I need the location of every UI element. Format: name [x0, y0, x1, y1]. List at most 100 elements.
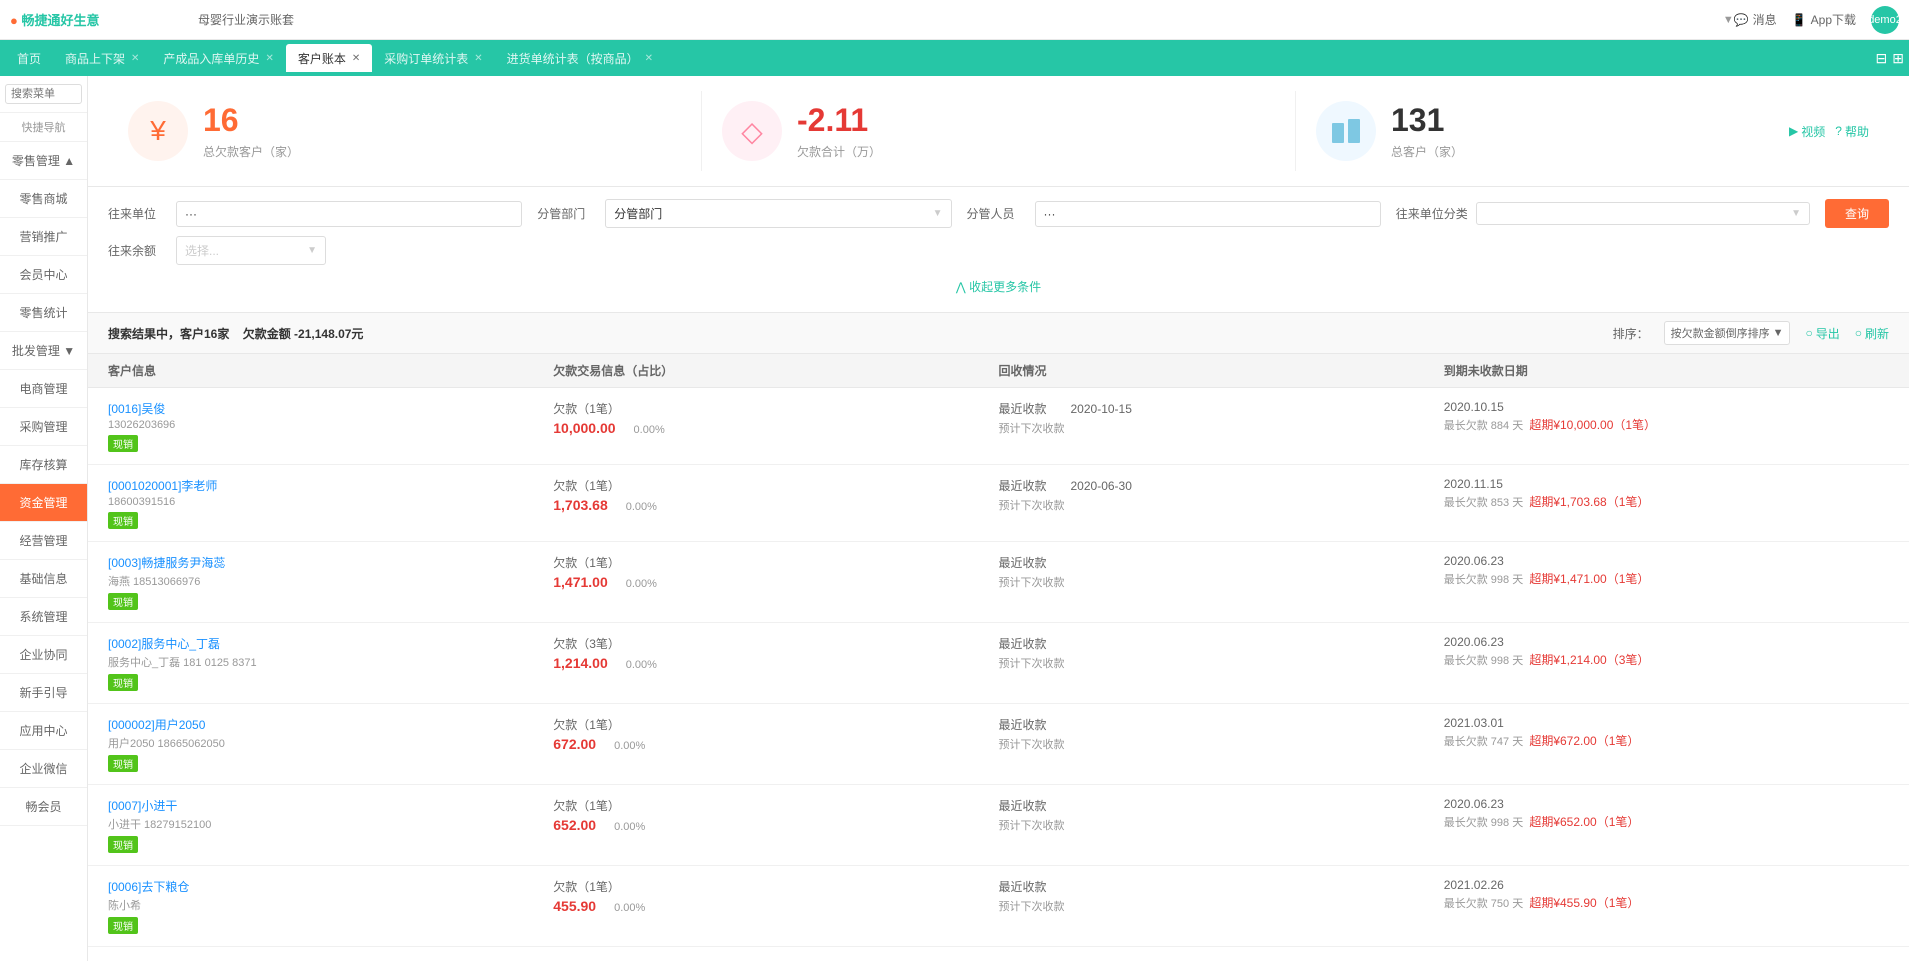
unit-class-select[interactable]: ▼	[1476, 202, 1810, 225]
sidebar-item-ops-mgmt[interactable]: 经营管理	[0, 522, 87, 560]
tab-purchase-order[interactable]: 采购订单统计表 ✕	[372, 44, 494, 72]
export-btn[interactable]: ○ 导出	[1805, 325, 1839, 342]
tab-inventory-stat[interactable]: 进货单统计表（按商品） ✕	[495, 44, 665, 72]
customer-tag-5: 现销	[108, 836, 138, 853]
overdue-link-1[interactable]: 超期¥1,703.68（1笔）	[1529, 495, 1649, 509]
close-tab-purchase-order[interactable]: ✕	[474, 53, 482, 64]
customer-phone-3: 服务中心_丁磊 181 0125 8371	[108, 654, 553, 670]
sidebar-item-enterprise-wechat[interactable]: 企业微信	[0, 750, 87, 788]
close-tab-customer-account[interactable]: ✕	[352, 53, 360, 64]
debt-amount-6[interactable]: 455.90	[553, 898, 596, 914]
collapse-btn[interactable]: ⋀ 收起更多条件	[108, 273, 1889, 300]
message-btn[interactable]: 💬 消息	[1734, 11, 1777, 28]
customer-info-6: [0006]去下粮仓 陈小希 现销	[108, 878, 553, 934]
debt-count-2: 欠款（1笔）	[553, 554, 998, 571]
overdue-info-4: 2021.03.01 最长欠款 747 天 超期¥672.00（1笔）	[1444, 716, 1889, 749]
customer-tag-2: 现销	[108, 593, 138, 610]
overdue-info-2: 2020.06.23 最长欠款 998 天 超期¥1,471.00（1笔）	[1444, 554, 1889, 587]
sidebar-item-purchase-mgmt[interactable]: 采购管理	[0, 408, 87, 446]
overdue-link-3[interactable]: 超期¥1,214.00（3笔）	[1529, 653, 1649, 667]
debt-ratio-5: 0.00%	[614, 821, 645, 833]
close-tab-product-shelf[interactable]: ✕	[131, 53, 139, 64]
sidebar-item-new-guide[interactable]: 新手引导	[0, 674, 87, 712]
company-select[interactable]: 母婴行业演示账套	[190, 11, 1723, 28]
table-row: [0007]小进干 小进干 18279152100 现销 欠款（1笔） 652.…	[88, 785, 1909, 866]
manager-input[interactable]: ···	[1035, 201, 1381, 227]
tab-product-shelf[interactable]: 商品上下架 ✕	[53, 44, 151, 72]
debt-amount-0[interactable]: 10,000.00	[553, 420, 615, 436]
recovery-info-1: 最近收款 2020-06-30 预计下次收款	[999, 477, 1444, 513]
dept-select[interactable]: 分管部门 ▼	[605, 199, 951, 228]
overdue-link-0[interactable]: 超期¥10,000.00（1笔）	[1529, 418, 1656, 432]
sidebar-item-system-mgmt[interactable]: 系统管理	[0, 598, 87, 636]
dept-label: 分管部门	[537, 205, 597, 222]
customer-name-5[interactable]: [0007]小进干	[108, 797, 553, 814]
maximize-icon[interactable]: ⊞	[1892, 50, 1904, 67]
recovery-next-0: 预计下次收款	[999, 420, 1444, 436]
refresh-btn[interactable]: ○ 刷新	[1855, 325, 1889, 342]
tab-home[interactable]: 首页	[5, 44, 53, 72]
minimize-icon[interactable]: ⊟	[1876, 50, 1888, 67]
video-btn[interactable]: ▶ 视频	[1789, 123, 1825, 140]
debt-ratio-0: 0.00%	[634, 424, 665, 436]
sidebar-item-vip-member[interactable]: 畅会员	[0, 788, 87, 826]
tab-customer-account[interactable]: 客户账本 ✕	[286, 44, 372, 72]
balance-select[interactable]: 选择... ▼	[176, 236, 326, 265]
overdue-link-6[interactable]: 超期¥455.90（1笔）	[1529, 896, 1639, 910]
sidebar-item-retail-mgmt[interactable]: 零售管理 ▲	[0, 142, 87, 180]
overdue-link-2[interactable]: 超期¥1,471.00（1笔）	[1529, 572, 1649, 586]
sidebar-item-retail-mall[interactable]: 零售商城	[0, 180, 87, 218]
recovery-date-5: 最近收款	[999, 797, 1444, 814]
from-unit-dots: ···	[185, 207, 197, 221]
result-bar: 搜索结果中，客户16家 欠款金额 -21,148.07元 排序： 按欠款金额倒序…	[88, 313, 1909, 354]
debt-amount-row-5: 652.00 0.00%	[553, 814, 998, 833]
overdue-link-5[interactable]: 超期¥652.00（1笔）	[1529, 815, 1639, 829]
close-tab-inventory-stat[interactable]: ✕	[645, 53, 653, 64]
customer-name-4[interactable]: [000002]用户2050	[108, 716, 553, 733]
customer-phone-0: 13026203696	[108, 419, 553, 431]
tab-product-history[interactable]: 产成品入库单历史 ✕	[151, 44, 285, 72]
sidebar-item-app-center[interactable]: 应用中心	[0, 712, 87, 750]
debt-amount-row-3: 1,214.00 0.00%	[553, 652, 998, 671]
customer-name-6[interactable]: [0006]去下粮仓	[108, 878, 553, 895]
sidebar-item-quick-nav[interactable]: 快捷导航	[0, 113, 87, 142]
customer-name-2[interactable]: [0003]畅捷服务尹海蕊	[108, 554, 553, 571]
recovery-date-6: 最近收款	[999, 878, 1444, 895]
debt-info-1: 欠款（1笔） 1,703.68 0.00%	[553, 477, 998, 513]
sidebar-item-inventory[interactable]: 库存核算	[0, 446, 87, 484]
debt-amount-5[interactable]: 652.00	[553, 817, 596, 833]
help-btn[interactable]: ? 帮助	[1835, 123, 1869, 140]
recovery-date-2: 最近收款	[999, 554, 1444, 571]
customer-name-0[interactable]: [0016]吴俊	[108, 400, 553, 417]
from-unit-input[interactable]: ···	[176, 201, 522, 227]
sidebar-item-finance[interactable]: 资金管理	[0, 484, 87, 522]
debt-amount-2[interactable]: 1,471.00	[553, 574, 608, 590]
table-row: [000002]用户2050 用户2050 18665062050 现销 欠款（…	[88, 704, 1909, 785]
sidebar-item-member-center[interactable]: 会员中心	[0, 256, 87, 294]
table-row: [0003]畅捷服务尹海蕊 海燕 18513066976 现销 欠款（1笔） 1…	[88, 542, 1909, 623]
col-header-debt: 欠款交易信息（占比）	[553, 362, 998, 379]
tab-actions: ⊟ ⊞	[1876, 50, 1904, 67]
customer-name-3[interactable]: [0002]服务中心_丁磊	[108, 635, 553, 652]
debt-amount-3[interactable]: 1,214.00	[553, 655, 608, 671]
customer-phone-5: 小进干 18279152100	[108, 816, 553, 832]
sidebar-item-ecommerce[interactable]: 电商管理	[0, 370, 87, 408]
sidebar-item-enterprise-collab[interactable]: 企业协同	[0, 636, 87, 674]
debt-amount-1[interactable]: 1,703.68	[553, 497, 608, 513]
sort-select[interactable]: 按欠款金额倒序排序 ▼	[1664, 321, 1791, 345]
total-customers-body: 131 总客户（家）	[1391, 102, 1463, 160]
search-input[interactable]	[5, 84, 82, 104]
user-avatar[interactable]: demo2	[1871, 6, 1899, 34]
sidebar-item-retail-stat[interactable]: 零售统计	[0, 294, 87, 332]
debt-info-6: 欠款（1笔） 455.90 0.00%	[553, 878, 998, 914]
sidebar-item-basic-info[interactable]: 基础信息	[0, 560, 87, 598]
overdue-link-4[interactable]: 超期¥672.00（1笔）	[1529, 734, 1639, 748]
sidebar-item-batch-mgmt[interactable]: 批发管理 ▼	[0, 332, 87, 370]
debt-amount-4[interactable]: 672.00	[553, 736, 596, 752]
query-button[interactable]: 查询	[1825, 199, 1889, 228]
app-download-btn[interactable]: 📱 App下载	[1792, 11, 1856, 28]
sidebar-item-marketing[interactable]: 营销推广	[0, 218, 87, 256]
customer-tag-4: 现销	[108, 755, 138, 772]
close-tab-product-history[interactable]: ✕	[265, 53, 273, 64]
customer-name-1[interactable]: [0001020001]李老师	[108, 477, 553, 494]
